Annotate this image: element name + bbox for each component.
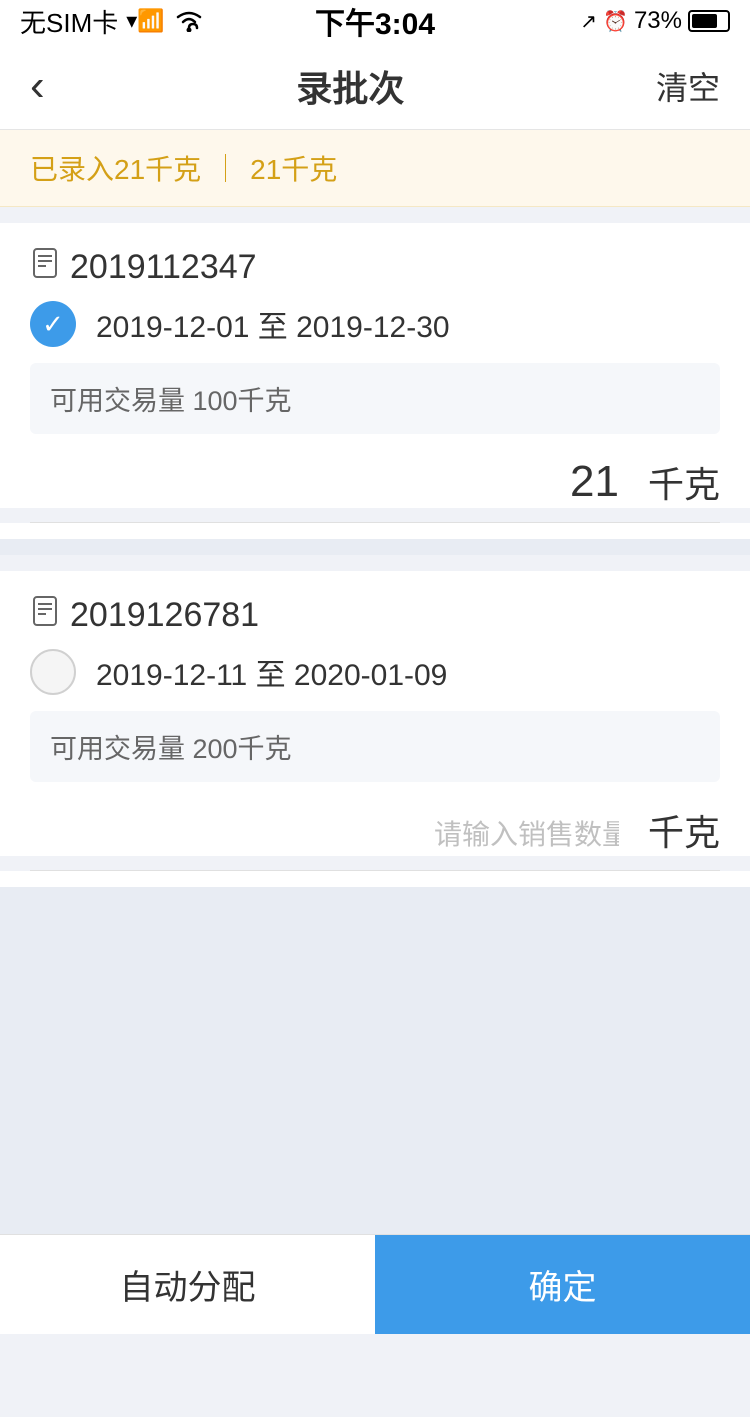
card2-quantity-row: 千克	[0, 782, 750, 856]
section-divider-1	[0, 539, 750, 555]
page-title: 录批次	[296, 60, 404, 112]
batch-card-1: 2019112347 ✓ 2019-12-01 至 2019-12-30 可用交…	[0, 223, 750, 434]
card1-id: 2019112347	[70, 248, 257, 287]
status-bar: 无SIM卡 ▾📶 下午3:04 ↗ ⏰ 73%	[0, 0, 750, 42]
card1-quantity-input[interactable]	[434, 457, 634, 507]
card1-unit: 千克	[648, 456, 720, 508]
banner-divider	[225, 154, 226, 182]
nav-bar: ‹ 录批次 清空	[0, 42, 750, 130]
carrier-text: 无SIM卡	[20, 3, 118, 40]
card2-select-row[interactable]: 2019-12-11 至 2020-01-09	[30, 649, 720, 695]
recorded-amount: 已录入21千克	[30, 148, 201, 188]
card1-check-icon: ✓	[42, 309, 64, 340]
location-icon: ↗	[580, 9, 597, 34]
card2-available: 可用交易量 200千克	[30, 711, 720, 782]
info-banner: 已录入21千克 21千克	[0, 130, 750, 207]
card2-date: 2019-12-11 至 2020-01-09	[96, 650, 447, 694]
wifi-symbol	[173, 10, 205, 32]
auto-distribute-button[interactable]: 自动分配	[0, 1235, 375, 1334]
card1-select-row[interactable]: ✓ 2019-12-01 至 2019-12-30	[30, 301, 720, 347]
card2-radio[interactable]	[30, 649, 76, 695]
status-right: ↗ ⏰ 73%	[580, 7, 730, 35]
confirm-button[interactable]: 确定	[375, 1235, 750, 1334]
batch-card-2: 2019126781 2019-12-11 至 2020-01-09 可用交易量…	[0, 571, 750, 782]
card2-quantity-input[interactable]	[434, 805, 634, 855]
card2-id: 2019126781	[70, 596, 259, 635]
battery-percent: 73%	[634, 7, 682, 35]
clear-button[interactable]: 清空	[656, 63, 720, 109]
wifi-icon: ▾📶	[126, 8, 164, 34]
status-left: 无SIM卡 ▾📶	[20, 3, 205, 40]
status-time: 下午3:04	[315, 0, 435, 43]
bottom-bar: 自动分配 确定	[0, 1234, 750, 1334]
card2-header: 2019126781	[30, 595, 720, 635]
card1-padding	[0, 523, 750, 539]
doc-icon-2	[30, 595, 62, 635]
doc-icon-1	[30, 247, 62, 287]
battery-icon	[688, 10, 730, 32]
total-amount: 21千克	[250, 148, 337, 188]
card2-unit: 千克	[648, 804, 720, 856]
alarm-icon: ⏰	[603, 9, 628, 34]
card1-header: 2019112347	[30, 247, 720, 287]
card1-radio[interactable]: ✓	[30, 301, 76, 347]
card1-date: 2019-12-01 至 2019-12-30	[96, 302, 450, 346]
card1-quantity-row: 千克	[0, 434, 750, 508]
back-button[interactable]: ‹	[30, 61, 45, 111]
card2-padding	[0, 871, 750, 887]
card1-available: 可用交易量 100千克	[30, 363, 720, 434]
